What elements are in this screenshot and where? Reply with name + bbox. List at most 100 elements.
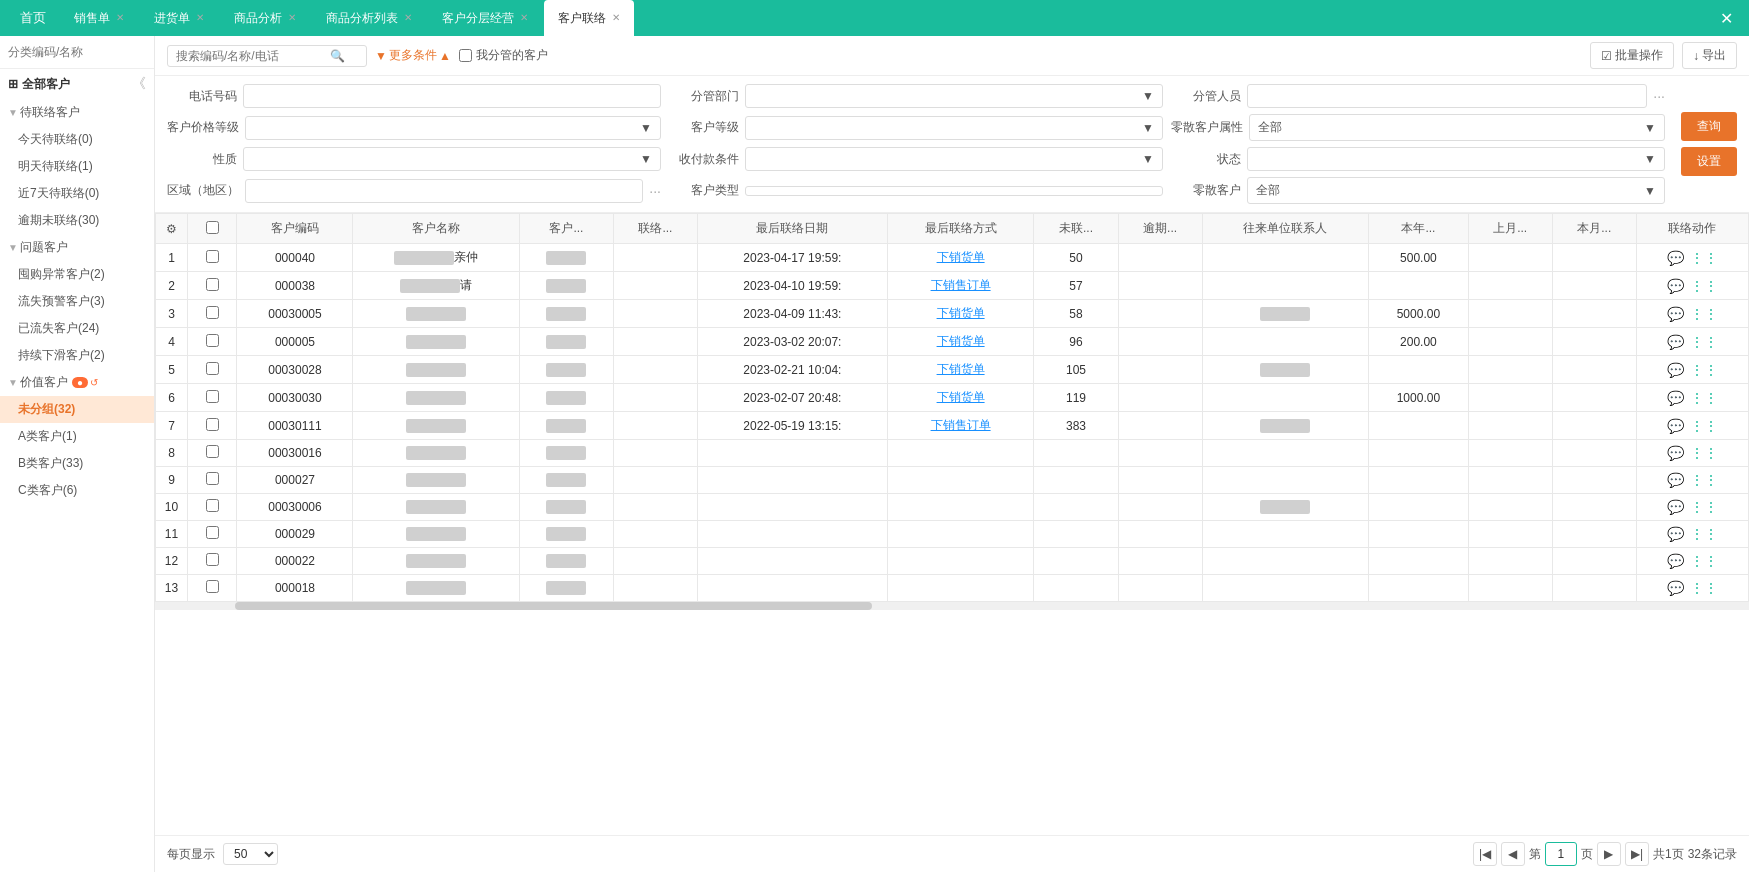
last-method-link[interactable]: 下销货单 — [937, 362, 985, 376]
problem-customers-group[interactable]: ▼ 问题客户 — [0, 234, 154, 261]
my-customers-check[interactable] — [459, 49, 472, 62]
contact-action-icon[interactable]: 💬 — [1667, 418, 1684, 434]
more-action-icon[interactable]: ⋮⋮ — [1690, 526, 1718, 542]
row-select-checkbox[interactable] — [206, 390, 219, 403]
main-search-input[interactable] — [176, 49, 326, 63]
nav-tab-customer-layer[interactable]: 客户分层经营 ✕ — [428, 0, 542, 36]
retail-customer-select[interactable]: 全部 ▼ — [1247, 177, 1665, 204]
row-select-checkbox[interactable] — [206, 580, 219, 593]
close-customer-layer-tab[interactable]: ✕ — [520, 0, 528, 36]
sidebar-item-class-b[interactable]: B类客户(33) — [0, 450, 154, 477]
retail-attr-select[interactable]: 全部 ▼ — [1249, 114, 1665, 141]
sidebar-item-ungroup[interactable]: 未分组(32) — [0, 396, 154, 423]
more-conditions-btn[interactable]: ▼ 更多条件 ▲ — [375, 47, 451, 64]
row-checkbox[interactable] — [188, 548, 237, 575]
gender-select[interactable]: ▼ — [243, 147, 661, 171]
payment-select[interactable]: ▼ — [745, 147, 1163, 171]
contact-action-icon[interactable]: 💬 — [1667, 362, 1684, 378]
contact-action-icon[interactable]: 💬 — [1667, 499, 1684, 515]
contact-action-icon[interactable]: 💬 — [1667, 580, 1684, 596]
more-action-icon[interactable]: ⋮⋮ — [1690, 418, 1718, 434]
staff-more-btn[interactable]: ··· — [1653, 88, 1665, 104]
dept-select[interactable]: ▼ — [745, 84, 1163, 108]
row-checkbox[interactable] — [188, 244, 237, 272]
scrollbar-thumb[interactable] — [235, 602, 873, 610]
close-analysis-tab[interactable]: ✕ — [288, 0, 296, 36]
sidebar-item-class-a[interactable]: A类客户(1) — [0, 423, 154, 450]
nav-tab-customer-contact[interactable]: 客户联络 ✕ — [544, 0, 634, 36]
last-method-link[interactable]: 下销货单 — [937, 250, 985, 264]
sidebar-item-today[interactable]: 今天待联络(0) — [0, 126, 154, 153]
row-checkbox[interactable] — [188, 440, 237, 467]
contact-action-icon[interactable]: 💬 — [1667, 526, 1684, 542]
row-select-checkbox[interactable] — [206, 472, 219, 485]
more-action-icon[interactable]: ⋮⋮ — [1690, 499, 1718, 515]
more-action-icon[interactable]: ⋮⋮ — [1690, 278, 1718, 294]
sidebar-search-input[interactable] — [8, 45, 155, 59]
sidebar-item-declining[interactable]: 持续下滑客户(2) — [0, 342, 154, 369]
row-select-checkbox[interactable] — [206, 418, 219, 431]
batch-operation-btn[interactable]: ☑ 批量操作 — [1590, 42, 1674, 69]
export-btn[interactable]: ↓ 导出 — [1682, 42, 1737, 69]
first-page-btn[interactable]: |◀ — [1473, 842, 1497, 866]
close-sales-tab[interactable]: ✕ — [116, 0, 124, 36]
sidebar-item-tomorrow[interactable]: 明天待联络(1) — [0, 153, 154, 180]
last-method-link[interactable]: 下销售订单 — [931, 418, 991, 432]
contact-action-icon[interactable]: 💬 — [1667, 553, 1684, 569]
more-action-icon[interactable]: ⋮⋮ — [1690, 250, 1718, 266]
last-page-btn[interactable]: ▶| — [1625, 842, 1649, 866]
more-action-icon[interactable]: ⋮⋮ — [1690, 445, 1718, 461]
contact-action-icon[interactable]: 💬 — [1667, 250, 1684, 266]
row-checkbox[interactable] — [188, 384, 237, 412]
row-select-checkbox[interactable] — [206, 499, 219, 512]
per-page-select[interactable]: 50 100 200 — [223, 843, 278, 865]
sidebar-item-class-c[interactable]: C类客户(6) — [0, 477, 154, 504]
row-select-checkbox[interactable] — [206, 553, 219, 566]
close-analysis-list-tab[interactable]: ✕ — [404, 0, 412, 36]
prev-page-btn[interactable]: ◀ — [1501, 842, 1525, 866]
page-number-input[interactable] — [1545, 842, 1577, 866]
sidebar-item-churned[interactable]: 已流失客户(24) — [0, 315, 154, 342]
nav-tab-sales[interactable]: 销售单 ✕ — [60, 0, 138, 36]
reset-button[interactable]: 设置 — [1681, 147, 1737, 176]
row-checkbox[interactable] — [188, 521, 237, 548]
next-page-btn[interactable]: ▶ — [1597, 842, 1621, 866]
status-select[interactable]: ▼ — [1247, 147, 1665, 171]
row-select-checkbox[interactable] — [206, 250, 219, 263]
contact-action-icon[interactable]: 💬 — [1667, 445, 1684, 461]
value-customers-group[interactable]: ▼ 价值客户 ● ↺ — [0, 369, 154, 396]
sidebar-item-7days[interactable]: 近7天待联络(0) — [0, 180, 154, 207]
horizontal-scrollbar[interactable] — [155, 602, 1749, 610]
row-checkbox[interactable] — [188, 412, 237, 440]
row-select-checkbox[interactable] — [206, 334, 219, 347]
more-action-icon[interactable]: ⋮⋮ — [1690, 580, 1718, 596]
last-method-link[interactable]: 下销货单 — [937, 334, 985, 348]
staff-input[interactable] — [1247, 84, 1647, 108]
nav-home[interactable]: 首页 — [8, 9, 58, 27]
price-level-select[interactable]: ▼ — [245, 116, 661, 140]
nav-tab-analysis[interactable]: 商品分析 ✕ — [220, 0, 310, 36]
more-action-icon[interactable]: ⋮⋮ — [1690, 362, 1718, 378]
nav-tab-analysis-list[interactable]: 商品分析列表 ✕ — [312, 0, 426, 36]
query-button[interactable]: 查询 — [1681, 112, 1737, 141]
customer-type-select[interactable] — [745, 186, 1163, 196]
nav-tab-purchase[interactable]: 进货单 ✕ — [140, 0, 218, 36]
more-action-icon[interactable]: ⋮⋮ — [1690, 472, 1718, 488]
close-purchase-tab[interactable]: ✕ — [196, 0, 204, 36]
last-method-link[interactable]: 下销货单 — [937, 390, 985, 404]
th-gear[interactable]: ⚙ — [156, 214, 188, 244]
contact-action-icon[interactable]: 💬 — [1667, 278, 1684, 294]
row-select-checkbox[interactable] — [206, 526, 219, 539]
sidebar-item-churn-warning[interactable]: 流失预警客户(3) — [0, 288, 154, 315]
row-checkbox[interactable] — [188, 272, 237, 300]
pending-contact-group[interactable]: ▼ 待联络客户 — [0, 99, 154, 126]
select-all-checkbox[interactable] — [206, 221, 219, 234]
row-select-checkbox[interactable] — [206, 306, 219, 319]
last-method-link[interactable]: 下销售订单 — [931, 278, 991, 292]
refresh-icon[interactable]: ↺ — [90, 377, 98, 388]
region-more-btn[interactable]: ··· — [649, 183, 661, 199]
sidebar-item-abnormal[interactable]: 囤购异常客户(2) — [0, 261, 154, 288]
all-customers-header[interactable]: ⊞ 全部客户 《 — [0, 69, 154, 99]
more-action-icon[interactable]: ⋮⋮ — [1690, 390, 1718, 406]
sidebar-item-overdue[interactable]: 逾期未联络(30) — [0, 207, 154, 234]
